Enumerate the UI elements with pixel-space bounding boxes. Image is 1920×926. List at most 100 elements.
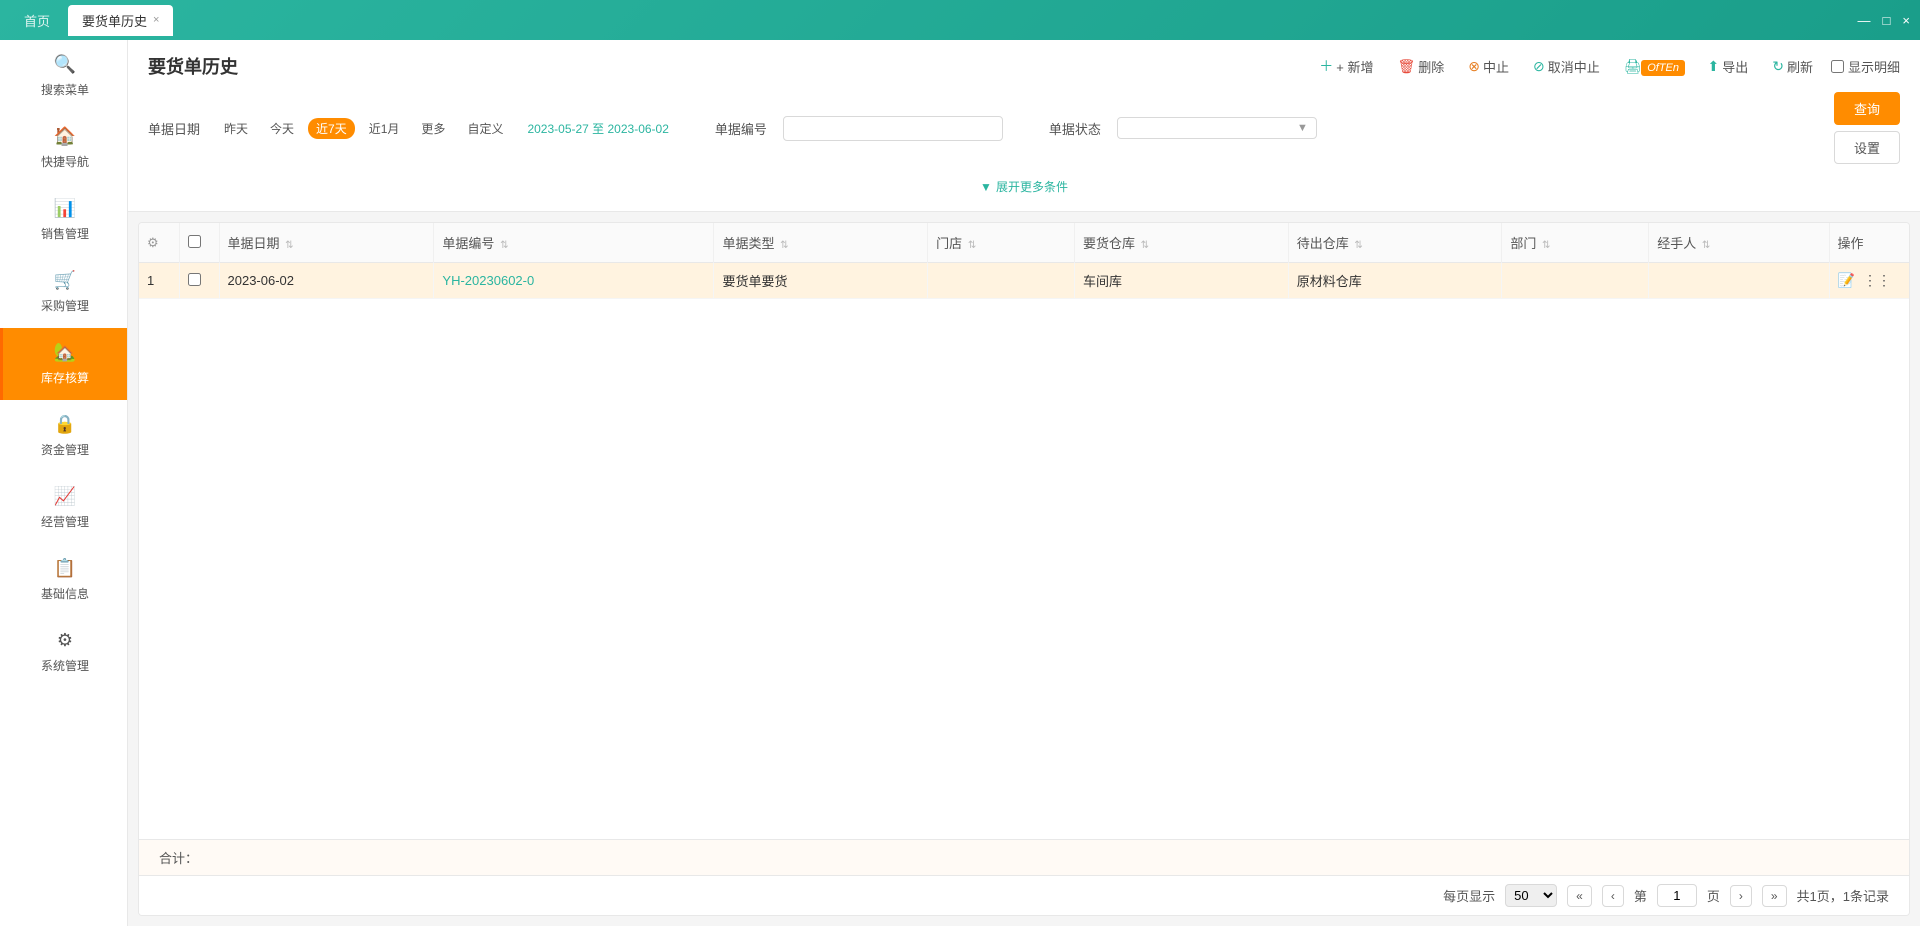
close-window-icon[interactable]: × — [1902, 13, 1910, 28]
cell-checkbox[interactable] — [179, 263, 219, 299]
bill-no-input[interactable] — [783, 116, 1003, 141]
sidebar-item-system[interactable]: ⚙ 系统管理 — [0, 616, 127, 688]
sidebar-item-search-menu[interactable]: 🔍 搜索菜单 — [0, 40, 127, 112]
sidebar-item-label: 库存核算 — [41, 369, 89, 386]
shortcut-1month[interactable]: 近1月 — [361, 118, 408, 139]
sidebar-item-operation[interactable]: 📈 经营管理 — [0, 472, 127, 544]
maximize-icon[interactable]: □ — [1883, 13, 1891, 28]
sidebar-item-sales[interactable]: 📊 销售管理 — [0, 184, 127, 256]
status-select[interactable]: ▼ — [1117, 117, 1317, 139]
close-tab-icon[interactable]: × — [153, 14, 159, 26]
display-detail-input[interactable] — [1831, 60, 1844, 73]
basic-info-icon: 📋 — [54, 558, 76, 579]
col-department[interactable]: 部门 ⇅ — [1502, 223, 1649, 263]
sidebar-item-label: 快捷导航 — [41, 153, 89, 170]
col-handler[interactable]: 经手人 ⇅ — [1649, 223, 1829, 263]
export-button[interactable]: ⬆ 导出 — [1701, 53, 1754, 80]
delete-icon: 🗑 — [1397, 58, 1415, 75]
col-bill-no[interactable]: 单据编号 ⇅ — [434, 223, 714, 263]
col-req-warehouse[interactable]: 要货仓库 ⇅ — [1074, 223, 1288, 263]
status-dropdown-icon[interactable]: ▼ — [1297, 122, 1308, 134]
sidebar-item-inventory[interactable]: 🏡 库存核算 — [0, 328, 127, 400]
per-page-select[interactable]: 10 20 50 100 — [1505, 884, 1557, 907]
select-all-checkbox[interactable] — [188, 235, 201, 248]
cell-index: 1 — [139, 263, 179, 299]
more-action-icon[interactable]: ⋮⋮ — [1863, 272, 1891, 289]
date-filter-label: 单据日期 — [148, 119, 200, 138]
expand-more-button[interactable]: ▼ 展开更多条件 — [148, 172, 1900, 201]
search-menu-icon: 🔍 — [54, 54, 76, 75]
expand-more-row: ▼ 展开更多条件 — [148, 172, 1900, 201]
minimize-icon[interactable]: — — [1858, 13, 1871, 28]
next-page-button[interactable]: › — [1730, 885, 1752, 907]
sidebar-item-label: 经营管理 — [41, 513, 89, 530]
row-checkbox[interactable] — [188, 273, 201, 286]
cell-bill-no[interactable]: YH-20230602-0 — [434, 263, 714, 299]
purchase-icon: 🛒 — [54, 270, 76, 291]
sort-type-icon: ⇅ — [780, 240, 788, 251]
status-label: 单据状态 — [1049, 119, 1101, 138]
sidebar-item-quick-nav[interactable]: 🏠 快捷导航 — [0, 112, 127, 184]
settings-button[interactable]: 设置 — [1834, 131, 1900, 164]
col-checkbox[interactable] — [179, 223, 219, 263]
bill-no-link[interactable]: YH-20230602-0 — [442, 273, 534, 288]
col-bill-type[interactable]: 单据类型 ⇅ — [714, 223, 928, 263]
sidebar-item-label: 基础信息 — [41, 585, 89, 602]
pagination: 每页显示 10 20 50 100 « ‹ 第 页 › » 共1页，1条记录 — [139, 875, 1909, 915]
cell-handler — [1649, 263, 1829, 299]
col-settings[interactable]: ⚙ — [139, 223, 179, 263]
content-area: 要货单历史 ＋ + 新增 🗑 删除 ⊗ 中止 ⊘ — [128, 40, 1920, 926]
inventory-icon: 🏡 — [54, 342, 76, 363]
tab-bill-history[interactable]: 要货单历史 × — [68, 5, 173, 36]
date-range-display: 2023-05-27 至 2023-06-02 — [527, 120, 668, 137]
shortcut-yesterday[interactable]: 昨天 — [216, 118, 256, 139]
sort-pend-wh-icon: ⇅ — [1354, 240, 1362, 251]
tab-home[interactable]: 首页 — [10, 5, 64, 36]
page-label-after: 页 — [1707, 886, 1720, 905]
export-icon: ⬆ — [1707, 58, 1719, 75]
stop-button[interactable]: ⊗ 中止 — [1462, 53, 1515, 80]
shortcut-7days[interactable]: 近7天 — [308, 118, 355, 139]
shortcut-more[interactable]: 更多 — [413, 118, 453, 139]
sidebar-item-finance[interactable]: 🔒 资金管理 — [0, 400, 127, 472]
edit-action-icon[interactable]: 📝 — [1838, 272, 1855, 289]
footer-total-row: 合计： — [139, 839, 1909, 875]
delete-button[interactable]: 🗑 删除 — [1391, 53, 1450, 80]
shortcut-custom[interactable]: 自定义 — [459, 118, 511, 139]
page-title: 要货单历史 — [148, 53, 238, 79]
bill-no-label: 单据编号 — [715, 119, 767, 138]
sidebar-item-basic-info[interactable]: 📋 基础信息 — [0, 544, 127, 616]
prev-page-button[interactable]: ‹ — [1602, 885, 1624, 907]
sidebar-item-label: 采购管理 — [41, 297, 89, 314]
cell-date: 2023-06-02 — [219, 263, 434, 299]
table-area: ⚙ 单据日期 ⇅ 单据编号 ⇅ — [138, 222, 1910, 916]
refresh-button[interactable]: ↻ 刷新 — [1766, 53, 1819, 80]
last-page-button[interactable]: » — [1762, 885, 1787, 907]
cell-store — [928, 263, 1075, 299]
sort-handler-icon: ⇅ — [1702, 240, 1710, 251]
cell-req-warehouse: 车间库 — [1074, 263, 1288, 299]
top-bar: 首页 要货单历史 × — □ × — [0, 0, 1920, 40]
col-date[interactable]: 单据日期 ⇅ — [219, 223, 434, 263]
cancel-stop-button[interactable]: ⊘ 取消中止 — [1527, 53, 1606, 80]
page-number-input[interactable] — [1657, 884, 1697, 907]
query-button[interactable]: 查询 — [1834, 92, 1900, 125]
sidebar-item-purchase[interactable]: 🛒 采购管理 — [0, 256, 127, 328]
first-page-button[interactable]: « — [1567, 885, 1592, 907]
col-pending-warehouse[interactable]: 待出仓库 ⇅ — [1288, 223, 1502, 263]
date-shortcuts: 昨天 今天 近7天 近1月 更多 自定义 — [216, 118, 511, 139]
sort-req-wh-icon: ⇅ — [1141, 240, 1149, 251]
sidebar: 🔍 搜索菜单 🏠 快捷导航 📊 销售管理 🛒 采购管理 🏡 库存核算 🔒 资金管… — [0, 40, 128, 926]
table-container: ⚙ 单据日期 ⇅ 单据编号 ⇅ — [139, 223, 1909, 839]
cell-bill-type: 要货单要货 — [714, 263, 928, 299]
table-row[interactable]: 1 2023-06-02 YH-20230602-0 要货单要货 车间库 — [139, 263, 1909, 299]
display-detail-checkbox[interactable]: 显示明细 — [1831, 57, 1900, 76]
sidebar-item-label: 资金管理 — [41, 441, 89, 458]
table-header-row: ⚙ 单据日期 ⇅ 单据编号 ⇅ — [139, 223, 1909, 263]
shortcut-today[interactable]: 今天 — [262, 118, 302, 139]
new-button[interactable]: ＋ + 新增 — [1313, 52, 1379, 80]
col-store[interactable]: 门店 ⇅ — [928, 223, 1075, 263]
sort-dept-icon: ⇅ — [1542, 240, 1550, 251]
cancel-stop-icon: ⊘ — [1533, 58, 1545, 75]
sort-billno-icon: ⇅ — [500, 240, 508, 251]
